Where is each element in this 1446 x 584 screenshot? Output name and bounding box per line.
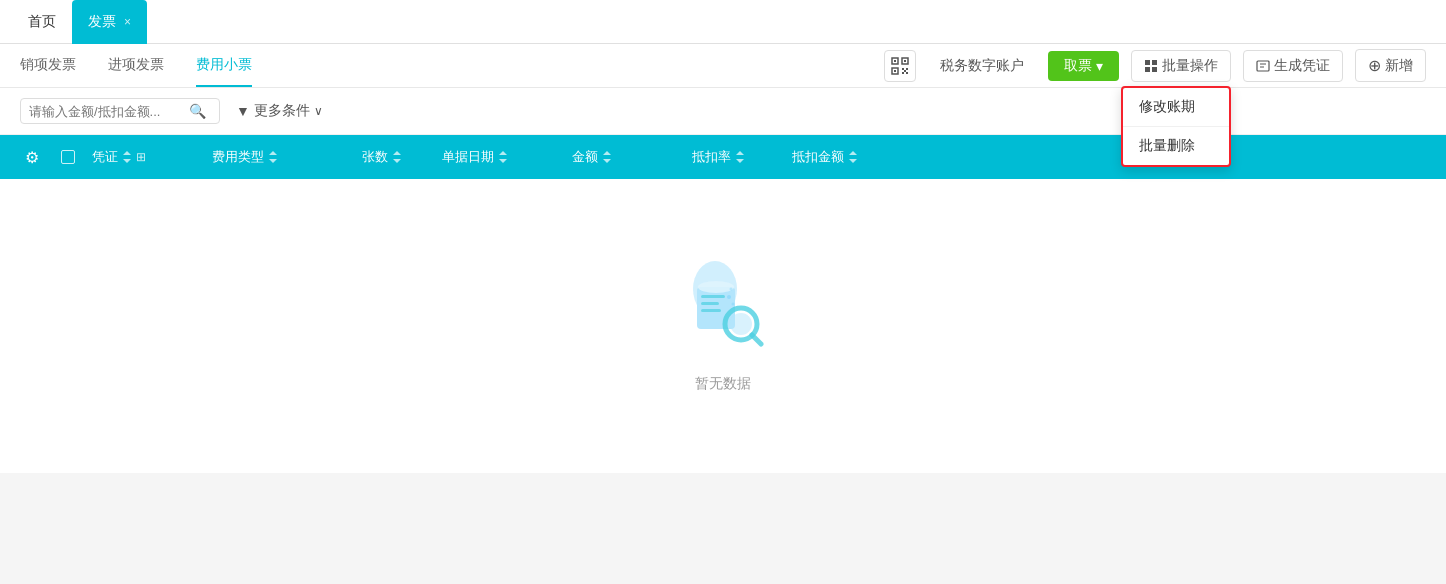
svg-point-25 xyxy=(730,313,752,335)
toolbar-right: 税务数字账户 取票 ▾ 批量操作 修改账期 批量删除 xyxy=(884,49,1426,82)
sub-tabs-left: 销项发票 进项发票 费用小票 xyxy=(20,44,252,87)
add-icon: ⊕ xyxy=(1368,56,1381,75)
th-rate: 抵扣率 xyxy=(684,148,784,166)
th-count-sort[interactable] xyxy=(392,150,402,164)
th-count: 张数 xyxy=(354,148,434,166)
th-rate-label: 抵扣率 xyxy=(692,148,731,166)
modify-period-item[interactable]: 修改账期 xyxy=(1123,88,1229,126)
th-date: 单据日期 xyxy=(434,148,564,166)
th-expense-type-label: 费用类型 xyxy=(212,148,264,166)
batch-delete-item[interactable]: 批量删除 xyxy=(1123,126,1229,165)
th-voucher-sort[interactable] xyxy=(122,150,132,164)
th-checkbox[interactable] xyxy=(52,150,84,164)
svg-point-27 xyxy=(727,295,731,299)
svg-rect-19 xyxy=(697,287,735,329)
search-icon[interactable]: 🔍 xyxy=(189,103,206,119)
generate-voucher-button[interactable]: 生成凭证 xyxy=(1243,50,1343,82)
svg-rect-3 xyxy=(904,60,906,62)
svg-rect-14 xyxy=(1152,67,1157,72)
th-voucher-label: 凭证 xyxy=(92,148,118,166)
batch-op-label: 批量操作 xyxy=(1162,57,1218,75)
take-ticket-dropdown-icon: ▾ xyxy=(1096,58,1103,74)
qrcode-button[interactable] xyxy=(884,50,916,82)
close-tab-icon[interactable]: × xyxy=(124,15,131,29)
more-conditions-chevron: ∨ xyxy=(314,104,323,118)
more-conditions-label: 更多条件 xyxy=(254,102,310,120)
header-checkbox[interactable] xyxy=(61,150,75,164)
th-deduct-amount: 抵扣金额 xyxy=(784,148,914,166)
gen-voucher-icon xyxy=(1256,59,1270,73)
th-gear[interactable]: ⚙ xyxy=(12,148,52,167)
svg-point-23 xyxy=(698,281,734,293)
empty-state: 暂无数据 xyxy=(0,179,1446,473)
sub-tabs-bar: 销项发票 进项发票 费用小票 税务数字账户 取票 ▾ xyxy=(0,44,1446,88)
add-new-button[interactable]: ⊕ 新增 xyxy=(1355,49,1426,82)
tab-sales-invoice[interactable]: 销项发票 xyxy=(20,44,76,87)
svg-rect-21 xyxy=(701,302,719,305)
invoice-tab-label: 发票 xyxy=(88,13,116,31)
batch-dropdown-menu: 修改账期 批量删除 xyxy=(1121,86,1231,167)
th-date-label: 单据日期 xyxy=(442,148,494,166)
th-deduct-amount-label: 抵扣金额 xyxy=(792,148,844,166)
svg-rect-13 xyxy=(1145,67,1150,72)
tab-purchase-invoice[interactable]: 进项发票 xyxy=(108,44,164,87)
svg-rect-6 xyxy=(902,68,904,70)
search-input[interactable] xyxy=(29,104,189,119)
th-voucher: 凭证 ⊞ xyxy=(84,148,204,166)
svg-line-26 xyxy=(752,335,761,344)
svg-rect-8 xyxy=(902,72,904,74)
add-new-label: 新增 xyxy=(1385,57,1413,75)
svg-rect-5 xyxy=(894,70,896,72)
th-amount-sort[interactable] xyxy=(602,150,612,164)
take-ticket-button[interactable]: 取票 ▾ xyxy=(1048,51,1119,81)
th-voucher-filter-icon[interactable]: ⊞ xyxy=(136,150,146,164)
batch-op-container: 批量操作 修改账期 批量删除 xyxy=(1131,50,1231,82)
th-amount-label: 金额 xyxy=(572,148,598,166)
search-wrap: 🔍 xyxy=(20,98,220,124)
svg-point-28 xyxy=(732,303,735,306)
generate-voucher-label: 生成凭证 xyxy=(1274,57,1330,75)
th-date-sort[interactable] xyxy=(498,150,508,164)
batch-op-button[interactable]: 批量操作 xyxy=(1131,50,1231,82)
th-expense-type: 费用类型 xyxy=(204,148,354,166)
svg-rect-1 xyxy=(894,60,896,62)
th-type-sort[interactable] xyxy=(268,150,278,164)
filter-icon: ▼ xyxy=(236,103,250,119)
tax-account-button[interactable]: 税务数字账户 xyxy=(928,51,1036,81)
settings-icon[interactable]: ⚙ xyxy=(25,148,39,167)
svg-rect-15 xyxy=(1257,61,1269,71)
more-conditions-button[interactable]: ▼ 更多条件 ∨ xyxy=(236,102,323,120)
th-deduct-sort[interactable] xyxy=(848,150,858,164)
th-amount: 金额 xyxy=(564,148,684,166)
svg-rect-12 xyxy=(1152,60,1157,65)
svg-point-29 xyxy=(730,288,733,291)
tab-expense-receipt[interactable]: 费用小票 xyxy=(196,44,252,87)
svg-rect-10 xyxy=(904,70,906,72)
th-count-label: 张数 xyxy=(362,148,388,166)
svg-rect-11 xyxy=(1145,60,1150,65)
batch-icon xyxy=(1144,59,1158,73)
empty-state-text: 暂无数据 xyxy=(695,375,751,393)
svg-rect-9 xyxy=(906,72,908,74)
svg-rect-22 xyxy=(701,309,721,312)
svg-rect-7 xyxy=(906,68,908,70)
home-nav[interactable]: 首页 xyxy=(16,5,68,39)
svg-rect-20 xyxy=(701,295,725,298)
take-ticket-label: 取票 xyxy=(1064,57,1092,75)
invoice-tab[interactable]: 发票 × xyxy=(72,0,147,44)
th-rate-sort[interactable] xyxy=(735,150,745,164)
empty-state-icon xyxy=(673,259,773,359)
